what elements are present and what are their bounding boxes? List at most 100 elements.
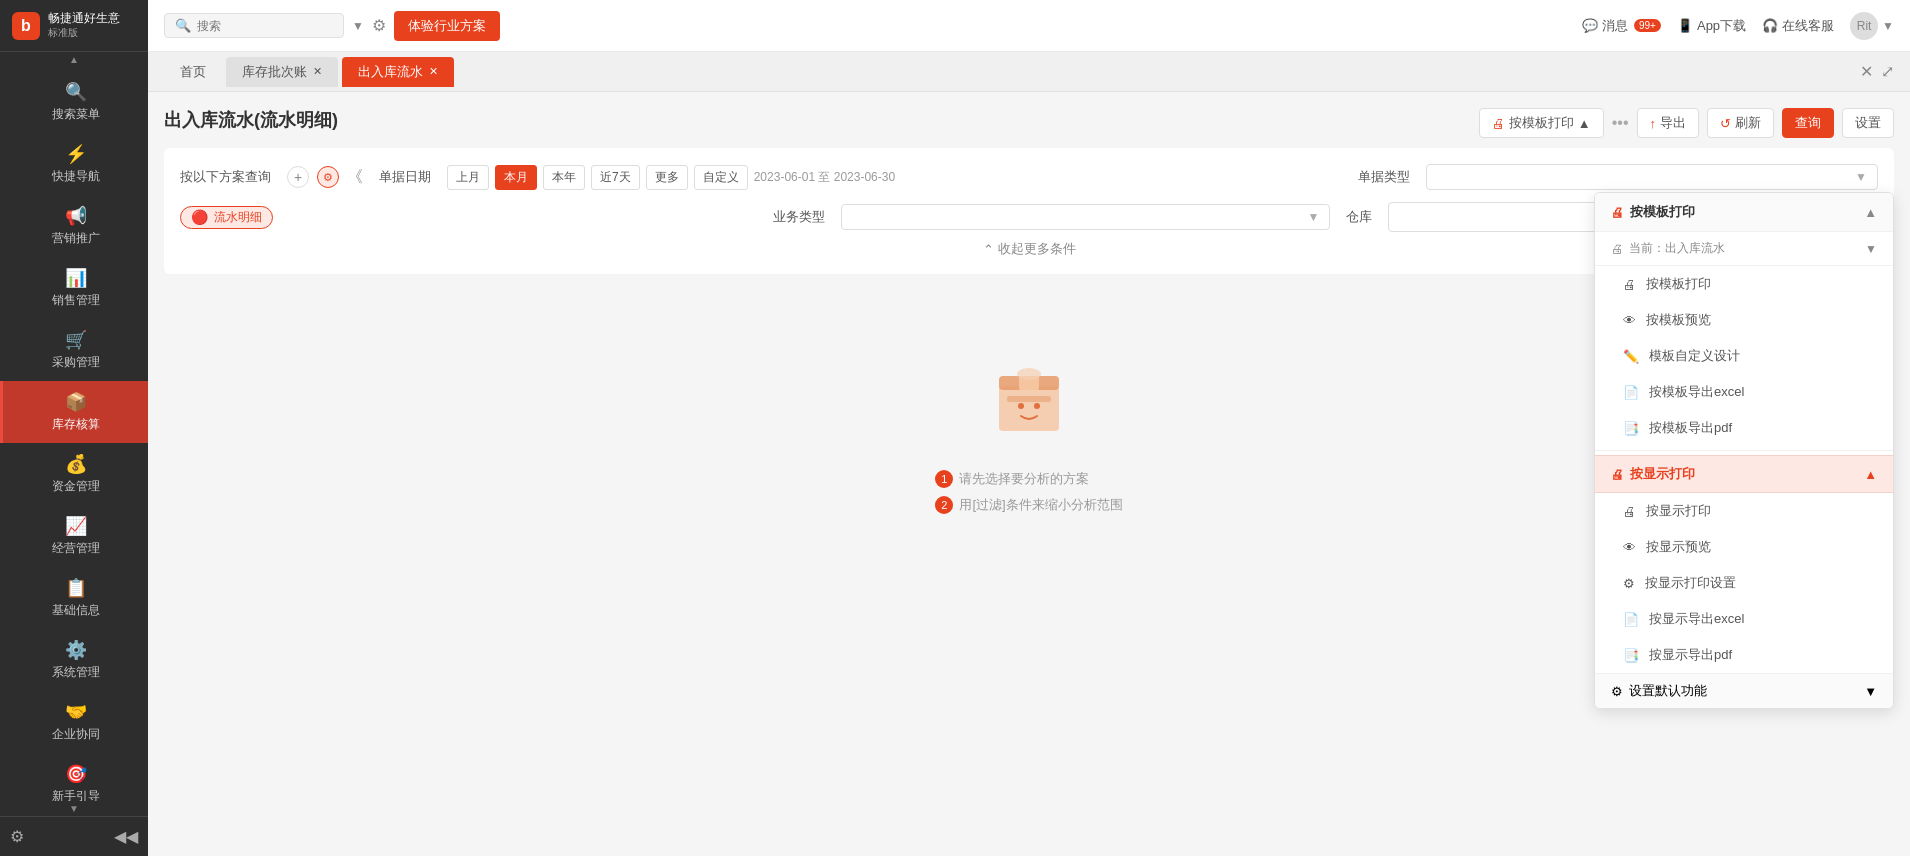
sales-icon: 📊	[65, 267, 87, 289]
filter-add-btn[interactable]: +	[287, 166, 309, 188]
refresh-icon: ↺	[1720, 116, 1731, 131]
dropdown-item-template-preview[interactable]: 👁 按模板预览	[1595, 302, 1893, 338]
type-label: 单据类型	[1358, 168, 1410, 186]
online-service-btn[interactable]: 🎧 在线客服	[1762, 17, 1834, 35]
dropdown-item-display-settings[interactable]: ⚙ 按显示打印设置	[1595, 565, 1893, 601]
dropdown-item-display-pdf[interactable]: 📑 按显示导出pdf	[1595, 637, 1893, 673]
sidebar-item-label: 营销推广	[52, 230, 100, 247]
dropdown-item-template-print[interactable]: 🖨 按模板打印	[1595, 266, 1893, 302]
date-range-display: 2023-06-01 至 2023-06-30	[754, 169, 895, 186]
display-excel-icon: 📄	[1623, 612, 1639, 627]
topbar-right: 💬 消息 99+ 📱 App下载 🎧 在线客服 Rit ▼	[1582, 12, 1894, 40]
collapse-icon: ⌃	[983, 242, 994, 257]
tab-batch[interactable]: 库存批次账✕	[226, 57, 338, 87]
sidebar-item-marketing[interactable]: 📢 营销推广	[0, 195, 148, 257]
user-avatar[interactable]: Rit ▼	[1850, 12, 1894, 40]
dropdown-header: 🖨 按模板打印 ▲	[1595, 193, 1893, 232]
tab-close-window-btn[interactable]: ✕	[1860, 62, 1873, 81]
sidebar-item-operations[interactable]: 📈经营管理	[0, 505, 148, 567]
sidebar-footer: ⚙ ◀◀	[0, 816, 148, 856]
dropdown-current-row: 🖨 当前：出入库流水 ▼	[1595, 232, 1893, 266]
settings-btn[interactable]: 设置	[1842, 108, 1894, 138]
sidebar-item-purchase[interactable]: 🛒采购管理	[0, 319, 148, 381]
dropdown-item-display-preview[interactable]: 👁 按显示预览	[1595, 529, 1893, 565]
tab-close-icon[interactable]: ✕	[429, 65, 438, 78]
marketing-icon: 📢	[65, 205, 87, 227]
empty-illustration	[979, 346, 1079, 446]
date-btn-本月[interactable]: 本月	[495, 165, 537, 190]
active-filter-label: 流水明细	[214, 209, 262, 226]
dropdown-collapse-icon[interactable]: ▲	[1864, 205, 1877, 220]
type-select[interactable]: ▼	[1426, 164, 1878, 190]
guide-icon: 🎯	[65, 763, 87, 785]
type-select-arrow: ▼	[1855, 170, 1867, 184]
date-btn-本年[interactable]: 本年	[543, 165, 585, 190]
biz-type-select[interactable]: ▼	[841, 204, 1331, 230]
search-caret-icon[interactable]: ▼	[352, 19, 364, 33]
messages-btn[interactable]: 💬 消息 99+	[1582, 17, 1661, 35]
query-btn[interactable]: 查询	[1782, 108, 1834, 138]
industry-btn[interactable]: 体验行业方案	[394, 11, 500, 41]
search-box[interactable]: 🔍	[164, 13, 344, 38]
sidebar-item-label: 资金管理	[52, 478, 100, 495]
shortcut-icon: ⚡	[65, 143, 87, 165]
sidebar-item-finance[interactable]: 💰资金管理	[0, 443, 148, 505]
toolbar-more-icon[interactable]: •••	[1612, 114, 1629, 132]
refresh-btn[interactable]: ↺ 刷新	[1707, 108, 1774, 138]
date-btn-自定义[interactable]: 自定义	[694, 165, 748, 190]
sidebar-item-shortcut[interactable]: ⚡快捷导航	[0, 133, 148, 195]
sidebar-scroll-down[interactable]: ▼	[0, 801, 148, 816]
print-header-icon: 🖨	[1611, 205, 1624, 220]
filter-expand-icon[interactable]: 《	[347, 167, 363, 188]
display-section-header[interactable]: 🖨 按显示打印 ▲	[1595, 455, 1893, 493]
topbar-gear-icon[interactable]: ⚙	[372, 16, 386, 35]
sidebar-item-basic[interactable]: 📋基础信息	[0, 567, 148, 629]
sidebar-item-search[interactable]: 🔍搜索菜单	[0, 71, 148, 133]
app-download-btn[interactable]: 📱 App下载	[1677, 17, 1746, 35]
print-template-btn[interactable]: 🖨 按模板打印 ▲	[1479, 108, 1604, 138]
sidebar-item-system[interactable]: ⚙️系统管理	[0, 629, 148, 691]
date-btn-上月[interactable]: 上月	[447, 165, 489, 190]
svg-point-5	[1018, 403, 1024, 409]
dropdown-item-template-pdf[interactable]: 📑 按模板导出pdf	[1595, 410, 1893, 446]
sidebar-item-cooperation[interactable]: 🤝企业协同	[0, 691, 148, 753]
sidebar-item-guide[interactable]: 🎯 新手引导	[0, 753, 148, 801]
dropdown-footer[interactable]: ⚙ 设置默认功能 ▼	[1595, 673, 1893, 708]
tab-home[interactable]: 首页	[164, 57, 222, 87]
dropdown-item-display-excel[interactable]: 📄 按显示导出excel	[1595, 601, 1893, 637]
current-caret-icon[interactable]: ▼	[1865, 242, 1877, 256]
display-print-icon: 🖨	[1623, 504, 1636, 519]
dropdown-title: 🖨 按模板打印	[1611, 203, 1695, 221]
sidebar-settings-icon[interactable]: ⚙	[10, 827, 24, 846]
filter-settings-btn[interactable]: ⚙	[317, 166, 339, 188]
biz-select-arrow: ▼	[1307, 210, 1319, 224]
tab-close-icon[interactable]: ✕	[313, 65, 322, 78]
dropdown-item-template-design[interactable]: ✏️ 模板自定义设计	[1595, 338, 1893, 374]
sidebar-item-label: 新手引导	[52, 788, 100, 801]
date-btn-更多[interactable]: 更多	[646, 165, 688, 190]
sidebar: b 畅捷通好生意 标准版 ▲ 🔍搜索菜单⚡快捷导航📢营销推广📊销售管理🛒采购管理…	[0, 0, 148, 856]
dropdown-divider	[1595, 450, 1893, 451]
print-caret-icon[interactable]: ▲	[1578, 116, 1591, 131]
dropdown-item-display-print[interactable]: 🖨 按显示打印	[1595, 493, 1893, 529]
sidebar-item-inventory[interactable]: 📦库存核算	[0, 381, 148, 443]
empty-steps: 1 请先选择要分析的方案 2 用[过滤]条件来缩小分析范围	[935, 466, 1122, 518]
active-filter-chip[interactable]: 🔴 流水明细	[180, 206, 273, 229]
date-btn-近7天[interactable]: 近7天	[591, 165, 640, 190]
page-content: 出入库流水(流水明细) 🖨 按模板打印 ▲ ••• ↑ 导出 ↺ 刷新 查询 设…	[148, 92, 1910, 856]
footer-caret-icon: ▼	[1864, 684, 1877, 699]
tab-maximize-btn[interactable]: ⤢	[1881, 62, 1894, 81]
default-settings-icon: ⚙	[1611, 684, 1623, 699]
sidebar-collapse-icon[interactable]: ◀◀	[114, 827, 138, 846]
sidebar-item-sales[interactable]: 📊销售管理	[0, 257, 148, 319]
purchase-icon: 🛒	[65, 329, 87, 351]
tab-flow[interactable]: 出入库流水 ✕	[342, 57, 454, 87]
sidebar-scroll-up[interactable]: ▲	[0, 52, 148, 67]
dropdown-item-template-excel[interactable]: 📄 按模板导出excel	[1595, 374, 1893, 410]
tab-label: 出入库流水	[358, 63, 423, 81]
filter-section-label: 按以下方案查询	[180, 168, 271, 186]
date-filter: 上月本月本年近7天更多自定义 2023-06-01 至 2023-06-30	[447, 165, 895, 190]
filter-actions: + ⚙ 《	[287, 166, 363, 188]
search-input[interactable]	[197, 19, 327, 33]
export-btn[interactable]: ↑ 导出	[1637, 108, 1700, 138]
